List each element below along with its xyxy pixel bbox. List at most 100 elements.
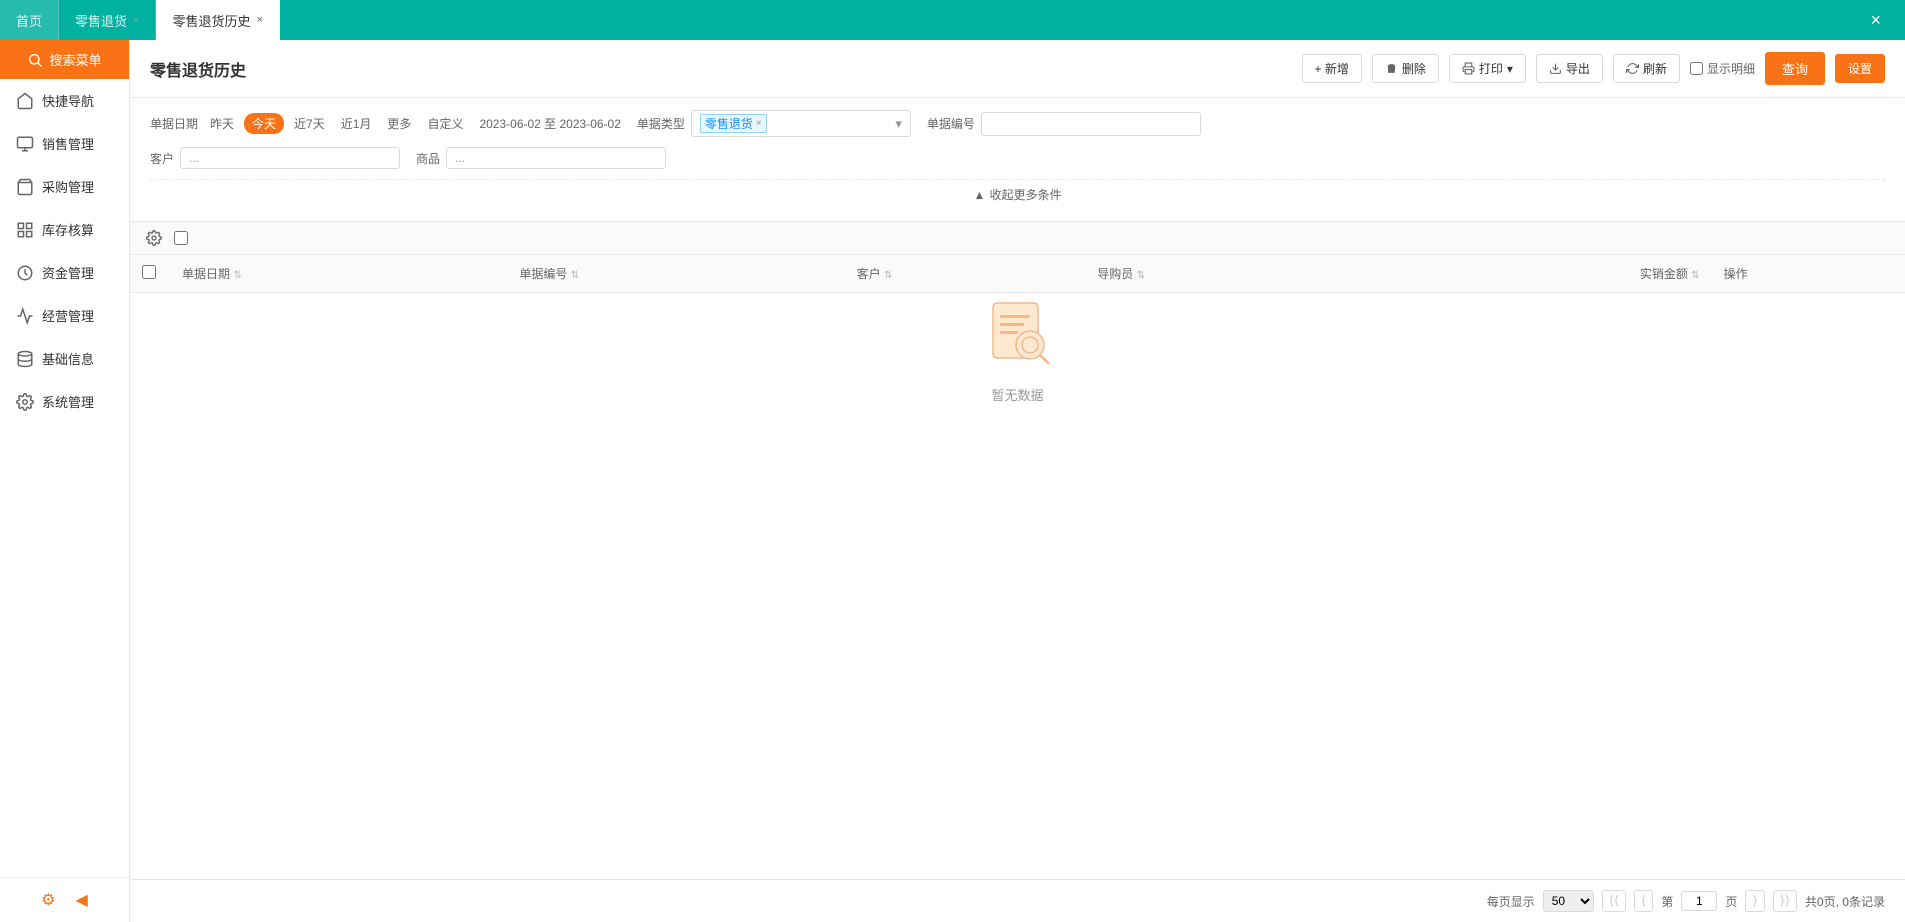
doc-no-input[interactable] [981, 112, 1201, 136]
table-container: 单据日期 单据编号 客户 导购员 [130, 255, 1905, 879]
doc-type-label: 单据类型 [637, 115, 685, 132]
filter-row-1: 单据日期 昨天 今天 近7天 近1月 更多 自定义 2023-06-02 至 2… [150, 110, 1885, 137]
display-columns-checkbox[interactable] [1690, 62, 1703, 75]
tab-retail-return-label: 零售退货 [75, 11, 127, 30]
print-button[interactable]: 打印 ▾ [1449, 54, 1526, 83]
goods-filter-group: 商品 ... [416, 147, 666, 169]
collapse-conditions-button[interactable]: ▲ 收起更多条件 [150, 179, 1885, 209]
col-date[interactable]: 单据日期 [170, 255, 507, 293]
empty-text: 暂无数据 [991, 385, 1043, 404]
top-bar-right: × [1862, 10, 1905, 31]
doc-type-select[interactable]: 零售退货 × ▾ [691, 110, 911, 137]
col-customer-label: 客户 [857, 267, 881, 281]
filter-row-2: 客户 ... 商品 ... [150, 147, 1885, 169]
col-no-label: 单据编号 [519, 267, 567, 281]
purchase-icon [16, 178, 34, 196]
sidebar-item-finance[interactable]: 资金管理 [0, 251, 129, 294]
select-all-checkbox[interactable] [174, 231, 188, 245]
print-button-label: 打印 [1479, 60, 1503, 77]
tab-home-label: 首页 [16, 11, 42, 30]
setting-button[interactable]: 设置 [1835, 54, 1885, 83]
sidebar-item-sys-mgmt[interactable]: 系统管理 [0, 380, 129, 423]
close-window-button[interactable]: × [1862, 10, 1889, 30]
delete-button[interactable]: 删除 [1372, 54, 1439, 83]
tab-home[interactable]: 首页 [0, 0, 59, 40]
page-label: 第 [1661, 893, 1673, 910]
doc-no-filter-group: 单据编号 [927, 112, 1201, 136]
customer-label: 客户 [150, 150, 174, 167]
search-icon [27, 52, 43, 68]
table-area: 单据日期 单据编号 客户 导购员 [130, 222, 1905, 879]
tab-retail-return-history-close[interactable]: × [256, 14, 262, 26]
operations-icon [16, 307, 34, 325]
table-header: 单据日期 单据编号 客户 导购员 [130, 255, 1905, 293]
sidebar-item-base-info[interactable]: 基础信息 [0, 337, 129, 380]
date-btn-today[interactable]: 今天 [244, 113, 284, 134]
sidebar-item-sys-mgmt-label: 系统管理 [42, 392, 94, 411]
customer-select[interactable]: ... [180, 147, 400, 169]
goods-label: 商品 [416, 150, 440, 167]
next-page-button[interactable]: ⟩ [1745, 890, 1764, 912]
print-dropdown-icon[interactable]: ▾ [1507, 62, 1513, 76]
sidebar-item-inventory[interactable]: 库存核算 [0, 208, 129, 251]
col-customer[interactable]: 客户 [845, 255, 1086, 293]
search-menu-button[interactable]: 搜索菜单 [0, 40, 129, 79]
setting-button-label: 设置 [1848, 60, 1872, 77]
prev-page-button[interactable]: ⟨ [1634, 890, 1653, 912]
empty-icon [978, 293, 1058, 373]
date-btn-more[interactable]: 更多 [381, 113, 417, 134]
date-btn-custom[interactable]: 自定义 [421, 113, 469, 134]
tab-retail-return[interactable]: 零售退货 × [59, 0, 156, 40]
date-btn-last7[interactable]: 近7天 [288, 113, 331, 134]
col-ops: 操作 [1712, 255, 1905, 293]
query-button[interactable]: 查询 [1765, 52, 1825, 85]
header-actions: + 新增 删除 打印 ▾ 导出 刷新 [1302, 52, 1885, 85]
sidebar-item-inventory-label: 库存核算 [42, 220, 94, 239]
col-no[interactable]: 单据编号 [507, 255, 844, 293]
col-amount-label: 实销金额 [1640, 267, 1688, 281]
print-icon [1462, 62, 1475, 75]
date-filter-label: 单据日期 [150, 115, 198, 132]
date-btn-yesterday[interactable]: 昨天 [204, 113, 240, 134]
top-bar: 首页 零售退货 × 零售退货历史 × × [0, 0, 1905, 40]
collapse-sidebar-icon[interactable]: ◀ [76, 890, 88, 910]
collapse-label: 收起更多条件 [989, 186, 1061, 203]
table-settings-icon[interactable] [146, 230, 162, 246]
tab-retail-return-history[interactable]: 零售退货历史 × [156, 0, 279, 40]
sidebar-item-quick-nav[interactable]: 快捷导航 [0, 79, 129, 122]
sidebar-item-sales-mgmt[interactable]: 销售管理 [0, 122, 129, 165]
settings-footer-icon[interactable]: ⚙ [41, 890, 55, 910]
collapse-icon: ▲ [974, 188, 986, 202]
home-icon [16, 92, 34, 110]
doc-type-filter-group: 单据类型 零售退货 × ▾ [637, 110, 911, 137]
export-button[interactable]: 导出 [1536, 54, 1603, 83]
date-filter-group: 单据日期 昨天 今天 近7天 近1月 更多 自定义 2023-06-02 至 2… [150, 113, 621, 134]
display-columns-toggle[interactable]: 显示明细 [1690, 60, 1755, 77]
per-page-select[interactable]: 50 10 20 100 [1543, 890, 1594, 912]
col-amount[interactable]: 实销金额 [1374, 255, 1711, 293]
refresh-icon [1626, 62, 1639, 75]
tab-retail-return-close[interactable]: × [133, 14, 139, 26]
col-ops-label: 操作 [1724, 267, 1748, 281]
total-info: 共0页, 0条记录 [1805, 893, 1885, 910]
header-checkbox[interactable] [142, 265, 156, 279]
col-guide[interactable]: 导购员 [1085, 255, 1374, 293]
refresh-button[interactable]: 刷新 [1613, 54, 1680, 83]
sidebar-item-purchase-mgmt-label: 采购管理 [42, 177, 94, 196]
date-btn-last1m[interactable]: 近1月 [335, 113, 378, 134]
first-page-button[interactable]: ⟨⟨ [1602, 890, 1626, 912]
doc-type-tag-close[interactable]: × [756, 118, 762, 129]
sidebar-item-purchase-mgmt[interactable]: 采购管理 [0, 165, 129, 208]
finance-icon [16, 264, 34, 282]
doc-type-tag-text: 零售退货 [705, 115, 753, 132]
new-button[interactable]: + 新增 [1302, 54, 1362, 83]
customer-filter-group: 客户 ... [150, 147, 400, 169]
page-number-input[interactable] [1681, 891, 1717, 911]
sidebar-item-operations[interactable]: 经营管理 [0, 294, 129, 337]
inventory-icon [16, 221, 34, 239]
data-table: 单据日期 单据编号 客户 导购员 [130, 255, 1905, 293]
pagination: 每页显示 50 10 20 100 ⟨⟨ ⟨ 第 页 ⟩ ⟩⟩ 共0页, 0条记… [130, 879, 1905, 922]
goods-select[interactable]: ... [446, 147, 666, 169]
page-title: 零售退货历史 [150, 57, 246, 81]
last-page-button[interactable]: ⟩⟩ [1773, 890, 1797, 912]
